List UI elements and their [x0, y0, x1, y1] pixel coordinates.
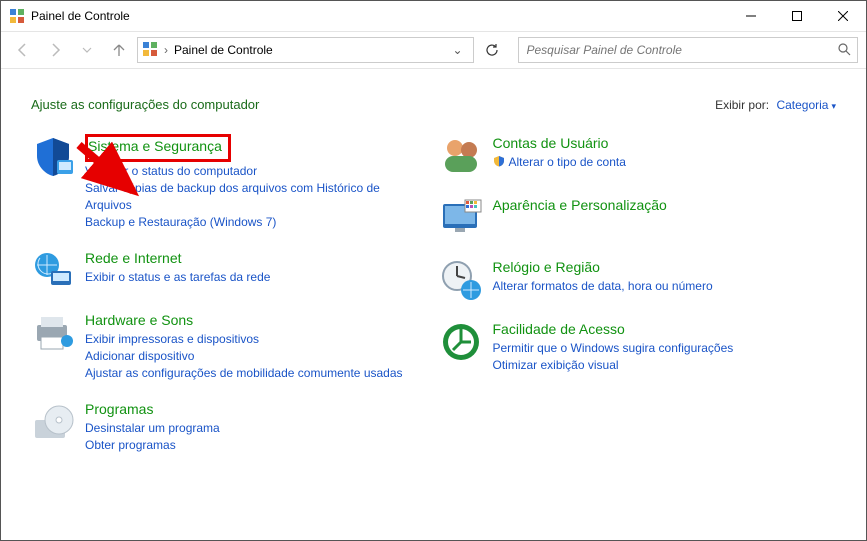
task-link[interactable]: Verificar o status do computador — [85, 163, 429, 180]
globe-icon — [31, 249, 75, 293]
category-ease-of-access: Facilidade de Acesso Permitir que o Wind… — [439, 320, 837, 374]
task-link[interactable]: Ajustar as configurações de mobilidade c… — [85, 365, 403, 382]
ease-of-access-icon — [439, 320, 483, 364]
task-link[interactable]: Salvar cópias de backup dos arquivos com… — [85, 180, 429, 214]
category-link-system-security[interactable]: Sistema e Segurança — [88, 137, 222, 155]
task-link[interactable]: Adicionar dispositivo — [85, 348, 403, 365]
category-link-hardware[interactable]: Hardware e Sons — [85, 311, 193, 329]
category-link-network[interactable]: Rede e Internet — [85, 249, 182, 267]
control-panel-window: Painel de Controle › Painel de Controle … — [0, 0, 867, 541]
category-system-security: Sistema e Segurança Verificar o status d… — [31, 134, 429, 231]
view-by[interactable]: Exibir por: Categoria▾ — [715, 98, 836, 112]
chevron-down-icon: ▾ — [831, 101, 836, 111]
breadcrumb-root[interactable]: Painel de Controle — [174, 43, 273, 57]
recent-locations-button[interactable] — [73, 36, 101, 64]
view-by-label: Exibir por: — [715, 98, 769, 112]
task-link[interactable]: Obter programas — [85, 437, 220, 454]
left-column: Sistema e Segurança Verificar o status d… — [31, 134, 429, 472]
address-dropdown-icon[interactable]: ⌄ — [452, 43, 468, 57]
task-link[interactable]: Exibir o status e as tarefas da rede — [85, 269, 270, 286]
uac-shield-icon — [493, 155, 505, 170]
category-network-internet: Rede e Internet Exibir o status e as tar… — [31, 249, 429, 293]
page-title: Ajuste as configurações do computador — [31, 97, 715, 112]
view-by-value[interactable]: Categoria — [776, 98, 828, 112]
category-clock-region: Relógio e Região Alterar formatos de dat… — [439, 258, 837, 302]
up-button[interactable] — [105, 36, 133, 64]
navbar: › Painel de Controle ⌄ — [1, 32, 866, 69]
window-title: Painel de Controle — [31, 9, 728, 23]
back-button[interactable] — [9, 36, 37, 64]
forward-button[interactable] — [41, 36, 69, 64]
category-link-accounts[interactable]: Contas de Usuário — [493, 134, 609, 152]
category-link-ease[interactable]: Facilidade de Acesso — [493, 320, 625, 338]
users-icon — [439, 134, 483, 178]
right-column: Contas de Usuário Alterar o tipo de cont… — [439, 134, 837, 472]
category-hardware-sound: Hardware e Sons Exibir impressoras e dis… — [31, 311, 429, 382]
breadcrumb-separator-icon[interactable]: › — [164, 43, 168, 57]
address-bar[interactable]: › Painel de Controle ⌄ — [137, 37, 474, 63]
address-icon — [142, 41, 158, 60]
minimize-button[interactable] — [728, 1, 774, 31]
task-link[interactable]: Otimizar exibição visual — [493, 357, 734, 374]
category-link-appearance[interactable]: Aparência e Personalização — [493, 196, 667, 214]
search-box[interactable] — [518, 37, 859, 63]
maximize-button[interactable] — [774, 1, 820, 31]
task-link[interactable]: Alterar o tipo de conta — [509, 154, 626, 171]
titlebar: Painel de Controle — [1, 1, 866, 32]
task-link[interactable]: Alterar formatos de data, hora ou número — [493, 278, 713, 295]
task-link[interactable]: Backup e Restauração (Windows 7) — [85, 214, 429, 231]
refresh-button[interactable] — [478, 36, 506, 64]
highlight-box: Sistema e Segurança — [85, 134, 231, 162]
task-link[interactable]: Permitir que o Windows sugira configuraç… — [493, 340, 734, 357]
task-link[interactable]: Desinstalar um programa — [85, 420, 220, 437]
content-area: Ajuste as configurações do computador Ex… — [1, 69, 866, 482]
task-link[interactable]: Exibir impressoras e dispositivos — [85, 331, 403, 348]
disc-icon — [31, 400, 75, 444]
window-buttons — [728, 1, 866, 31]
printer-icon — [31, 311, 75, 355]
category-user-accounts: Contas de Usuário Alterar o tipo de cont… — [439, 134, 837, 178]
search-icon[interactable] — [837, 42, 851, 59]
category-link-programs[interactable]: Programas — [85, 400, 153, 418]
category-appearance: Aparência e Personalização — [439, 196, 837, 240]
control-panel-icon — [9, 8, 25, 24]
shield-icon — [31, 134, 75, 178]
category-link-clock[interactable]: Relógio e Região — [493, 258, 600, 276]
clock-globe-icon — [439, 258, 483, 302]
monitor-icon — [439, 196, 483, 240]
search-input[interactable] — [525, 42, 838, 58]
category-programs: Programas Desinstalar um programa Obter … — [31, 400, 429, 454]
close-button[interactable] — [820, 1, 866, 31]
